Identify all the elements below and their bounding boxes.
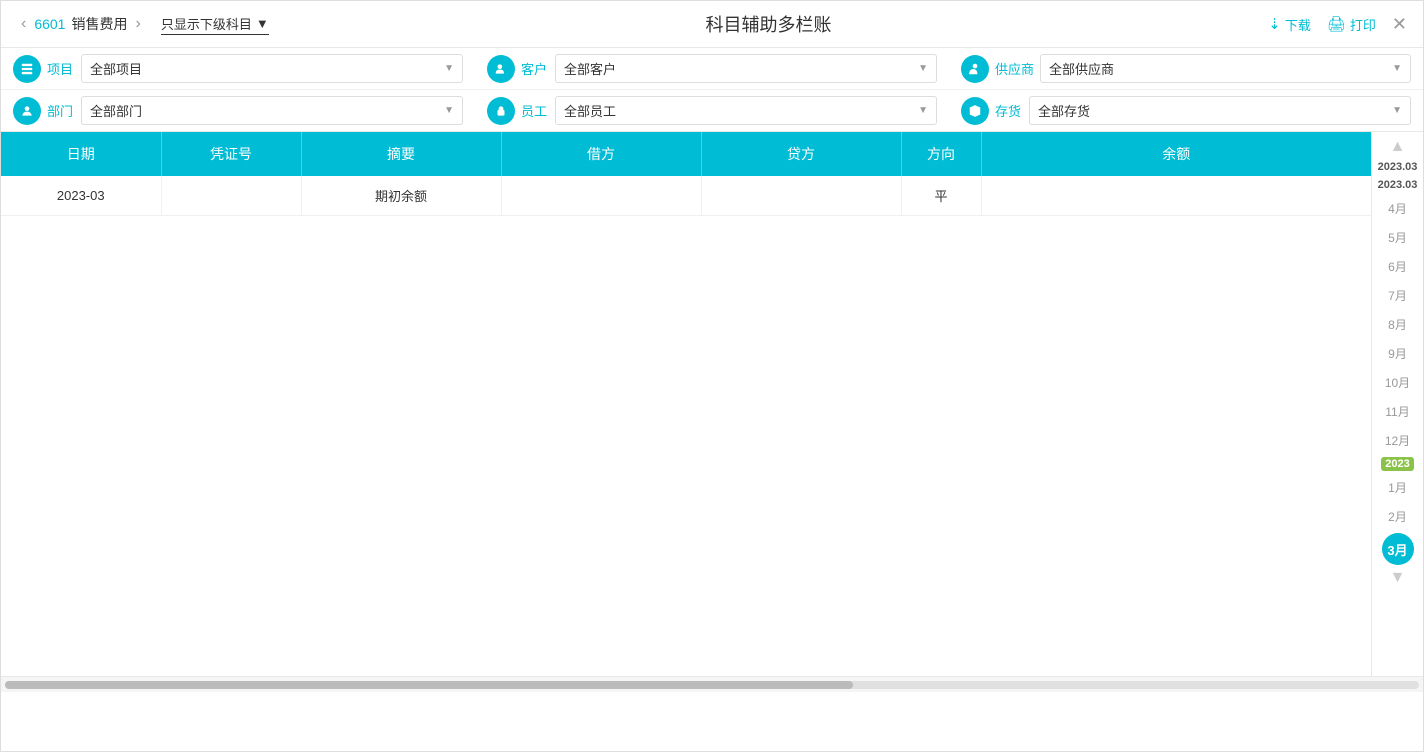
col-header-balance: 余额 bbox=[981, 132, 1371, 176]
project-value: 全部项目 bbox=[90, 59, 142, 78]
month-nav-item-3-active[interactable]: 3月 bbox=[1382, 533, 1414, 565]
inventory-arrow-icon: ▼ bbox=[1392, 105, 1402, 116]
table-row: 2023-03 期初余额 平 bbox=[1, 176, 1371, 216]
department-value: 全部部门 bbox=[90, 101, 142, 120]
month-nav-item-6[interactable]: 6月 bbox=[1372, 252, 1423, 281]
page-title: 科目辅助多栏账 bbox=[277, 11, 1261, 37]
department-label: 部门 bbox=[47, 101, 75, 120]
show-sub-accounts-toggle[interactable]: 只显示下级科目 ▼ bbox=[161, 14, 269, 35]
customer-select[interactable]: 全部客户 ▼ bbox=[555, 54, 937, 83]
project-icon bbox=[13, 55, 41, 83]
ledger-table: 日期 凭证号 摘要 借方 贷方 方向 余额 2023-03 期初余额 bbox=[1, 132, 1371, 216]
inventory-icon bbox=[961, 97, 989, 125]
scrollbar-thumb bbox=[5, 681, 853, 689]
cell-credit bbox=[701, 176, 901, 216]
department-icon bbox=[13, 97, 41, 125]
col-header-date: 日期 bbox=[1, 132, 161, 176]
employee-icon bbox=[487, 97, 515, 125]
col-header-credit: 贷方 bbox=[701, 132, 901, 176]
download-icon: ⇣ bbox=[1268, 15, 1281, 33]
inventory-label: 存货 bbox=[995, 101, 1023, 120]
filter-employee: 员工 全部员工 ▼ bbox=[475, 90, 949, 131]
employee-label: 员工 bbox=[521, 101, 549, 120]
main-window: ‹ 6601 销售费用 › 只显示下级科目 ▼ 科目辅助多栏账 ⇣ 下载 🖨 打… bbox=[0, 0, 1424, 752]
filters-panel: 项目 全部项目 ▼ 客户 全部客户 ▼ 供应商 全部供应商 ▼ bbox=[1, 48, 1423, 132]
filter-project: 项目 全部项目 ▼ bbox=[1, 48, 475, 90]
filter-department: 部门 全部部门 ▼ bbox=[1, 90, 475, 131]
month-nav-item-9[interactable]: 9月 bbox=[1372, 339, 1423, 368]
employee-arrow-icon: ▼ bbox=[918, 105, 928, 116]
show-sub-arrow-icon: ▼ bbox=[256, 16, 269, 31]
header: ‹ 6601 销售费用 › 只显示下级科目 ▼ 科目辅助多栏账 ⇣ 下载 🖨 打… bbox=[1, 1, 1423, 48]
cell-voucher bbox=[161, 176, 301, 216]
month-navigator: ▲ 2023.03 2023.03 4月 5月 6月 7月 8月 9月 10月 … bbox=[1371, 132, 1423, 676]
next-account-button[interactable]: › bbox=[131, 15, 144, 33]
customer-value: 全部客户 bbox=[564, 59, 616, 78]
month-nav-item-2023-03-a[interactable]: 2023.03 bbox=[1372, 158, 1423, 176]
inventory-select[interactable]: 全部存货 ▼ bbox=[1029, 96, 1411, 125]
project-label: 项目 bbox=[47, 59, 75, 78]
account-navigation: ‹ 6601 销售费用 › bbox=[17, 14, 145, 34]
month-nav-item-2[interactable]: 2月 bbox=[1372, 502, 1423, 531]
filter-inventory: 存货 全部存货 ▼ bbox=[949, 90, 1423, 131]
month-nav-item-11[interactable]: 11月 bbox=[1372, 397, 1423, 426]
month-nav-item-12[interactable]: 12月 bbox=[1372, 426, 1423, 455]
cell-date: 2023-03 bbox=[1, 176, 161, 216]
account-code: 6601 bbox=[34, 16, 65, 32]
customer-label: 客户 bbox=[521, 59, 549, 78]
cell-summary: 期初余额 bbox=[301, 176, 501, 216]
year-badge-2023[interactable]: 2023 bbox=[1381, 457, 1413, 471]
col-header-voucher: 凭证号 bbox=[161, 132, 301, 176]
download-button[interactable]: ⇣ 下载 bbox=[1268, 15, 1311, 34]
supplier-select[interactable]: 全部供应商 ▼ bbox=[1040, 54, 1411, 83]
prev-account-button[interactable]: ‹ bbox=[17, 15, 30, 33]
print-label: 打印 bbox=[1350, 15, 1376, 34]
col-header-direction: 方向 bbox=[901, 132, 981, 176]
month-nav-down-button[interactable]: ▼ bbox=[1372, 567, 1423, 589]
print-icon: 🖨 bbox=[1327, 15, 1346, 33]
col-header-summary: 摘要 bbox=[301, 132, 501, 176]
project-arrow-icon: ▼ bbox=[444, 63, 454, 74]
month-nav-item-4[interactable]: 4月 bbox=[1372, 194, 1423, 223]
department-arrow-icon: ▼ bbox=[444, 105, 454, 116]
project-select[interactable]: 全部项目 ▼ bbox=[81, 54, 463, 83]
month-nav-item-2023-03-b[interactable]: 2023.03 bbox=[1372, 176, 1423, 194]
employee-select[interactable]: 全部员工 ▼ bbox=[555, 96, 937, 125]
supplier-label: 供应商 bbox=[995, 59, 1034, 78]
filter-supplier: 供应商 全部供应商 ▼ bbox=[949, 48, 1423, 90]
download-label: 下载 bbox=[1285, 15, 1311, 34]
cell-debit bbox=[501, 176, 701, 216]
account-name: 销售费用 bbox=[71, 14, 127, 34]
supplier-arrow-icon: ▼ bbox=[1392, 63, 1402, 74]
horizontal-scrollbar[interactable] bbox=[5, 681, 1419, 689]
show-sub-label: 只显示下级科目 bbox=[161, 14, 252, 33]
print-button[interactable]: 🖨 打印 bbox=[1327, 15, 1376, 34]
close-button[interactable]: ✕ bbox=[1392, 14, 1407, 35]
table-area: 日期 凭证号 摘要 借方 贷方 方向 余额 2023-03 期初余额 bbox=[1, 132, 1371, 676]
cell-direction: 平 bbox=[901, 176, 981, 216]
month-nav-item-1[interactable]: 1月 bbox=[1372, 473, 1423, 502]
employee-value: 全部员工 bbox=[564, 101, 616, 120]
inventory-value: 全部存货 bbox=[1038, 101, 1090, 120]
supplier-icon bbox=[961, 55, 989, 83]
month-nav-item-10[interactable]: 10月 bbox=[1372, 368, 1423, 397]
month-nav-item-7[interactable]: 7月 bbox=[1372, 281, 1423, 310]
supplier-value: 全部供应商 bbox=[1049, 59, 1114, 78]
table-header-row: 日期 凭证号 摘要 借方 贷方 方向 余额 bbox=[1, 132, 1371, 176]
col-header-debit: 借方 bbox=[501, 132, 701, 176]
filter-customer: 客户 全部客户 ▼ bbox=[475, 48, 949, 90]
cell-balance bbox=[981, 176, 1371, 216]
month-nav-item-8[interactable]: 8月 bbox=[1372, 310, 1423, 339]
month-nav-up-button[interactable]: ▲ bbox=[1372, 136, 1423, 158]
month-nav-item-5[interactable]: 5月 bbox=[1372, 223, 1423, 252]
customer-arrow-icon: ▼ bbox=[918, 63, 928, 74]
action-buttons: ⇣ 下载 🖨 打印 bbox=[1268, 15, 1376, 34]
content-area: 日期 凭证号 摘要 借方 贷方 方向 余额 2023-03 期初余额 bbox=[1, 132, 1423, 676]
customer-icon bbox=[487, 55, 515, 83]
department-select[interactable]: 全部部门 ▼ bbox=[81, 96, 463, 125]
